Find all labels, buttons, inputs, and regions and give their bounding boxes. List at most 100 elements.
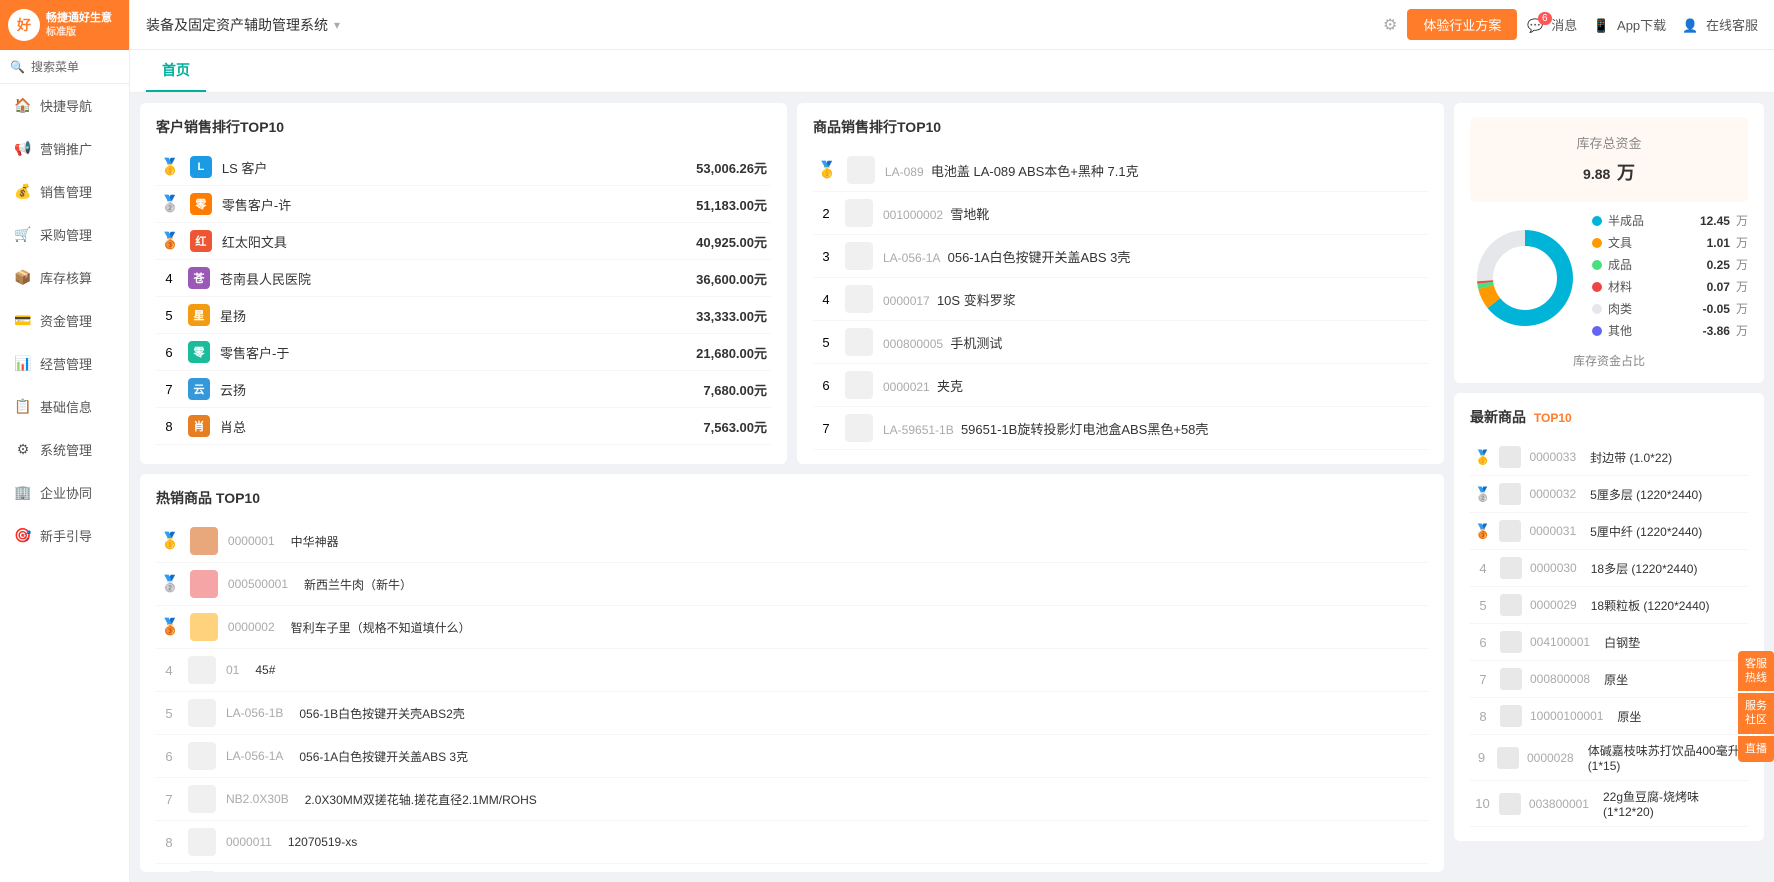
legend-value: 1.01 [1707, 236, 1730, 250]
table-row: 4 0000017 10S 变料罗浆 [813, 278, 1428, 321]
legend-item: 成品 0.25 万 [1592, 256, 1748, 273]
list-item: 9 0000028 体碱嘉枝味苏打饮品400毫升 (1*15) [1470, 735, 1748, 781]
table-row: 3 LA-056-1A 056-1A白色按键开关盖ABS 3壳 [813, 235, 1428, 278]
rank-number: 3 [817, 249, 835, 264]
tab-home[interactable]: 首页 [146, 50, 206, 92]
hot-products-table: 🥇 0000001 中华神器 🥈 000500001 新西兰牛肉（新牛） 🥉 [156, 520, 1428, 872]
gear-icon[interactable]: ⚙ [1383, 15, 1397, 35]
legend-item: 半成品 12.45 万 [1592, 212, 1748, 229]
product-code: 0000033 [1529, 450, 1576, 464]
sidebar-item-operations[interactable]: 📊 经营管理 [0, 342, 129, 385]
product-img [847, 156, 875, 184]
product-ranking-title: 商品销售排行TOP10 [813, 117, 1428, 137]
avatar: 云 [188, 378, 210, 400]
app-download-button[interactable]: 📱 App下载 [1593, 15, 1666, 34]
rank-number: 6 [160, 749, 178, 764]
customer-name: 苍南县人民医院 [220, 269, 686, 288]
system-title: 装备及固定资产辅助管理系统 [146, 15, 328, 35]
legend-value: 0.25 [1707, 258, 1730, 272]
table-row: 🥉 红 红太阳文具 40,925.00元 [156, 223, 771, 260]
rank-number: 8 [160, 419, 178, 434]
legend-color [1592, 260, 1602, 270]
trial-button[interactable]: 体验行业方案 [1407, 9, 1517, 40]
logo-icon: 好 [8, 9, 40, 41]
legend-color [1592, 326, 1602, 336]
page-tabs: 首页 [130, 50, 1774, 93]
sidebar-item-guide[interactable]: 🎯 新手引导 [0, 514, 129, 557]
product-name: 智利车子里（规格不知道填什么） [291, 619, 471, 636]
product-thumbnail [190, 527, 218, 555]
product-thumbnail [1500, 631, 1522, 653]
finance-icon: 💳 [14, 312, 32, 329]
product-img [845, 371, 873, 399]
enterprise-icon: 🏢 [14, 484, 32, 501]
legend-color [1592, 216, 1602, 226]
product-code: 0000002 [228, 620, 275, 634]
service-community-button[interactable]: 服务社区 [1738, 693, 1774, 734]
sidebar-item-enterprise[interactable]: 🏢 企业协同 [0, 471, 129, 514]
live-broadcast-button[interactable]: 直播 [1738, 736, 1774, 762]
legend-unit: 万 [1736, 300, 1748, 317]
product-code: 000500001 [228, 577, 288, 591]
sidebar-nav: 🏠 快捷导航 📢 营销推广 💰 销售管理 🛒 采购管理 📦 库存核算 💳 资金管… [0, 84, 129, 882]
list-item: 🥇 0000001 中华神器 [156, 520, 1428, 563]
avatar: 苍 [188, 267, 210, 289]
avatar: 零 [190, 193, 212, 215]
header-actions: 💬 6 消息 📱 App下载 👤 在线客服 [1527, 15, 1758, 34]
hot-products-title: 热销商品 TOP10 [156, 488, 1428, 508]
customer-amount: 21,680.00元 [696, 343, 767, 362]
inventory-label: 库存总资金 [1486, 133, 1732, 152]
product-thumbnail [1499, 483, 1521, 505]
product-name: 12070519-xs [288, 835, 357, 849]
product-code: 0000028 [1527, 751, 1574, 765]
product-img [845, 242, 873, 270]
message-button[interactable]: 💬 6 消息 [1527, 15, 1577, 34]
purchase-icon: 🛒 [14, 226, 32, 243]
base-info-icon: 📋 [14, 398, 32, 415]
avatar: L [190, 156, 212, 178]
rank-medal-icon: 🥈 [1474, 486, 1491, 503]
table-row: 🥈 零 零售客户-许 51,183.00元 [156, 186, 771, 223]
system-icon: ⚙ [14, 441, 32, 458]
sidebar-item-marketing[interactable]: 📢 营销推广 [0, 127, 129, 170]
list-item: 8 10000100001 原坐 [1470, 698, 1748, 735]
sidebar-item-inventory[interactable]: 📦 库存核算 [0, 256, 129, 299]
customer-amount: 7,680.00元 [703, 380, 767, 399]
product-info: 001000002 雪地靴 [883, 204, 1424, 223]
product-code: 004100001 [1530, 635, 1590, 649]
rank-number: 7 [160, 792, 178, 807]
legend-name: 肉类 [1608, 300, 1697, 317]
product-name: 2.0X30MM双搓花轴.搓花直径2.1MM/ROHS [305, 791, 537, 808]
sidebar-item-home[interactable]: 🏠 快捷导航 [0, 84, 129, 127]
title-dropdown-icon[interactable]: ▾ [334, 18, 340, 32]
customer-service-hotline-button[interactable]: 客服热线 [1738, 651, 1774, 692]
product-thumbnail [188, 742, 216, 770]
search-menu[interactable]: 🔍 搜索菜单 [0, 50, 129, 84]
sidebar-item-purchase[interactable]: 🛒 采购管理 [0, 213, 129, 256]
list-item: 🥉 0000031 5厘中纤 (1220*2440) [1470, 513, 1748, 550]
customer-name: 肖总 [220, 417, 693, 436]
inventory-icon: 📦 [14, 269, 32, 286]
product-code: 0000030 [1530, 561, 1577, 575]
customer-amount: 36,600.00元 [696, 269, 767, 288]
product-ranking-table: 🥇 LA-089 电池盖 LA-089 ABS本色+黑种 7.1克 2 [813, 149, 1428, 450]
product-code: 10000100001 [1530, 709, 1603, 723]
rank-medal-icon: 🥇 [1474, 449, 1491, 466]
legend-name: 半成品 [1608, 212, 1694, 229]
home-icon: 🏠 [14, 97, 32, 114]
sidebar-item-sales[interactable]: 💰 销售管理 [0, 170, 129, 213]
legend-color [1592, 238, 1602, 248]
customer-amount: 7,563.00元 [703, 417, 767, 436]
product-thumbnail [188, 699, 216, 727]
legend-name: 成品 [1608, 256, 1701, 273]
list-item: 🥉 0000002 智利车子里（规格不知道填什么） [156, 606, 1428, 649]
sidebar-item-system[interactable]: ⚙ 系统管理 [0, 428, 129, 471]
rank-medal-icon: 🥇 [160, 531, 180, 551]
sidebar-item-base-info[interactable]: 📋 基础信息 [0, 385, 129, 428]
sidebar-item-finance[interactable]: 💳 资金管理 [0, 299, 129, 342]
list-item: 7 000800008 原坐 [1470, 661, 1748, 698]
rank-number: 8 [160, 835, 178, 850]
online-service-button[interactable]: 👤 在线客服 [1682, 15, 1758, 34]
legend-value: -3.86 [1703, 324, 1730, 338]
newest-products-title: 最新商品 TOP10 [1470, 407, 1748, 427]
